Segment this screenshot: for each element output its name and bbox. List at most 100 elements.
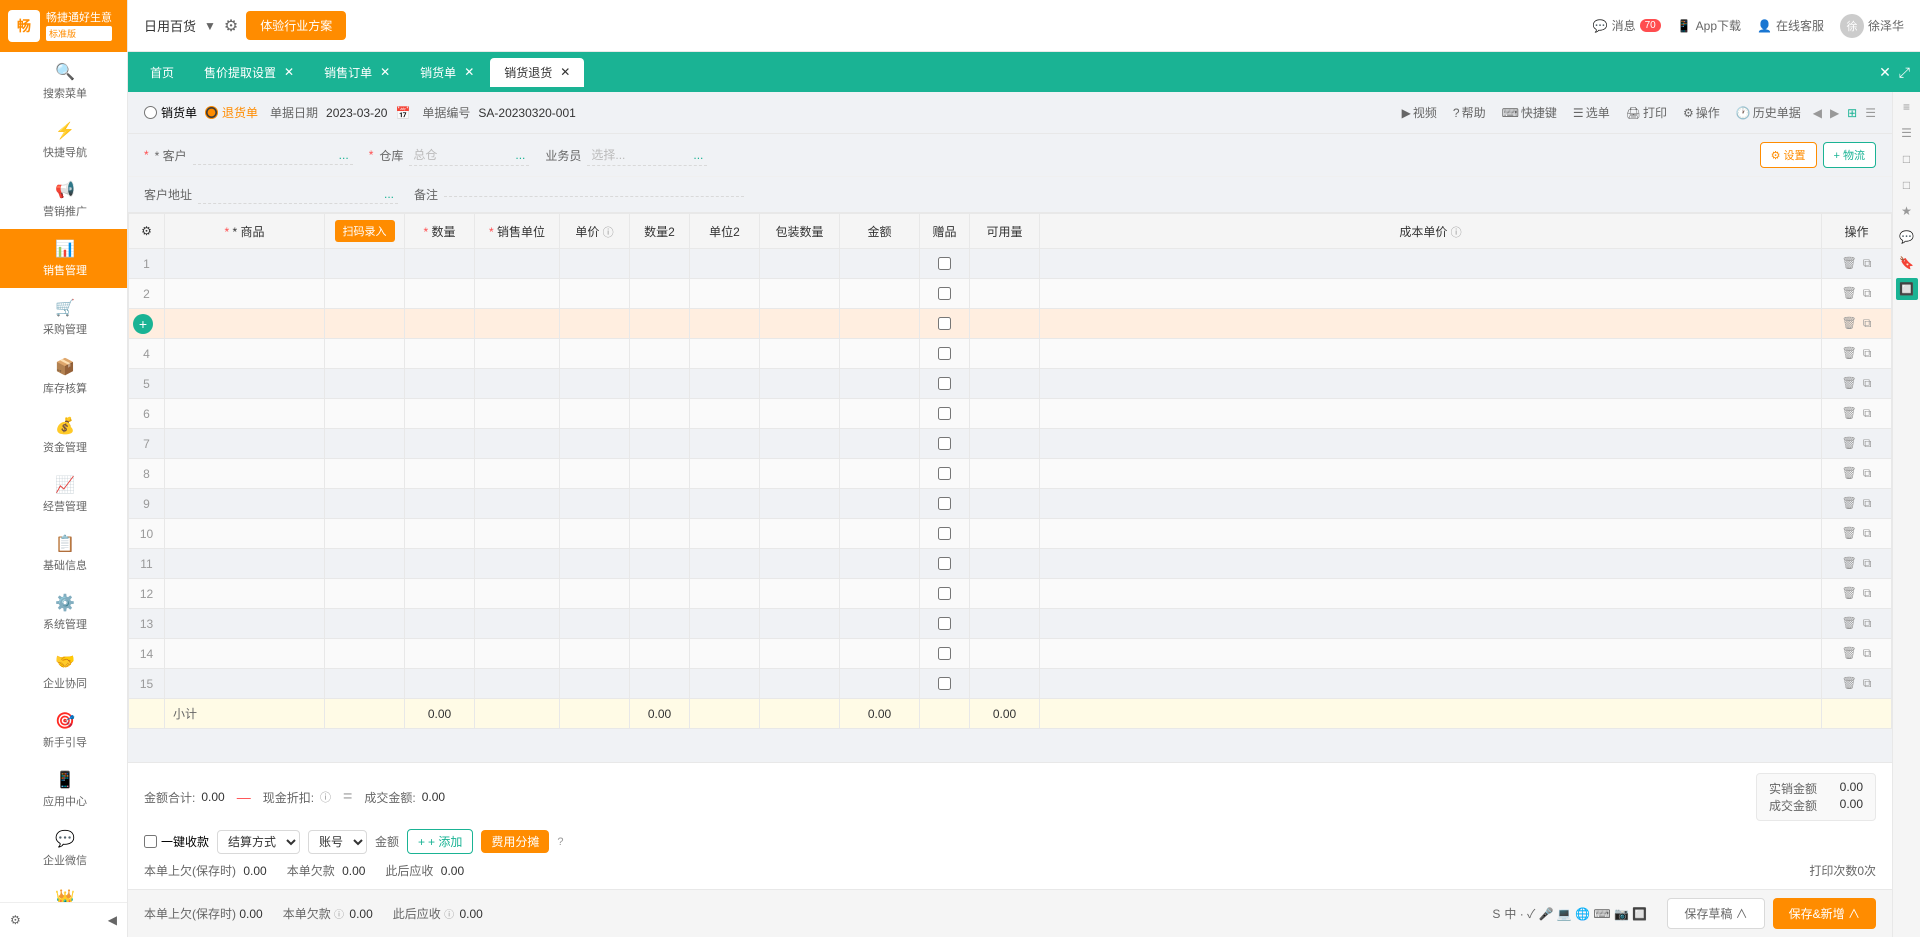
grid-view-btn[interactable]: ⊞ xyxy=(1847,106,1857,120)
gift-cell[interactable] xyxy=(920,489,970,519)
pack-qty-cell[interactable] xyxy=(760,459,840,489)
remark-input[interactable] xyxy=(444,192,744,197)
shortcuts-btn[interactable]: ⌨ 快捷键 xyxy=(1498,102,1561,123)
gift-checkbox[interactable] xyxy=(938,527,951,540)
unit-cell[interactable] xyxy=(475,669,560,699)
price-cell[interactable] xyxy=(560,399,630,429)
right-tool-2[interactable]: ☰ xyxy=(1896,122,1918,144)
copy-row-icon[interactable]: ⧉ xyxy=(1863,616,1872,631)
product-cell[interactable] xyxy=(165,369,325,399)
price-cell[interactable] xyxy=(560,609,630,639)
qty2-cell[interactable] xyxy=(630,489,690,519)
unit-cell[interactable] xyxy=(475,279,560,309)
qty2-cell[interactable] xyxy=(630,579,690,609)
sidebar-item-marketing[interactable]: 📢 营销推广 xyxy=(0,170,127,229)
sidebar-item-inventory[interactable]: 📦 库存核算 xyxy=(0,347,127,406)
scan-input-btn[interactable]: 扫码录入 xyxy=(335,220,395,242)
qty2-cell[interactable] xyxy=(630,339,690,369)
sidebar-item-basic-info[interactable]: 📋 基础信息 xyxy=(0,524,127,583)
right-tool-7[interactable]: 🔖 xyxy=(1896,252,1918,274)
price-cell[interactable] xyxy=(560,549,630,579)
qty-cell[interactable] xyxy=(405,459,475,489)
qty2-cell[interactable] xyxy=(630,399,690,429)
qty-cell[interactable] xyxy=(405,369,475,399)
delete-row-icon[interactable]: 🗑 xyxy=(1842,616,1857,631)
gift-checkbox[interactable] xyxy=(938,587,951,600)
logistics-btn[interactable]: + 物流 xyxy=(1823,142,1876,168)
sidebar-item-member[interactable]: 👑 畅会员 xyxy=(0,878,127,902)
price-cell[interactable] xyxy=(560,369,630,399)
add-payment-btn[interactable]: + + 添加 xyxy=(407,829,473,854)
unit-cell[interactable] xyxy=(475,309,560,339)
unit2-cell[interactable] xyxy=(690,249,760,279)
gift-cell[interactable] xyxy=(920,399,970,429)
unit-cell[interactable] xyxy=(475,429,560,459)
qty-cell[interactable] xyxy=(405,609,475,639)
pack-qty-cell[interactable] xyxy=(760,609,840,639)
unit2-cell[interactable] xyxy=(690,609,760,639)
unit2-cell[interactable] xyxy=(690,639,760,669)
price-cell[interactable] xyxy=(560,249,630,279)
amount-cell[interactable] xyxy=(840,339,920,369)
price-cell[interactable] xyxy=(560,639,630,669)
unit2-cell[interactable] xyxy=(690,399,760,429)
gift-checkbox[interactable] xyxy=(938,347,951,360)
address-input[interactable]: ... xyxy=(198,185,398,204)
user-profile-btn[interactable]: 徐 徐泽华 xyxy=(1840,14,1904,38)
product-cell[interactable] xyxy=(165,309,325,339)
experience-btn[interactable]: 体验行业方案 xyxy=(246,11,346,40)
gift-checkbox[interactable] xyxy=(938,497,951,510)
qty2-cell[interactable] xyxy=(630,549,690,579)
close-tab-btn[interactable]: ✕ xyxy=(1877,62,1893,83)
pack-qty-cell[interactable] xyxy=(760,489,840,519)
copy-row-icon[interactable]: ⧉ xyxy=(1863,586,1872,601)
sidebar-collapse-icon[interactable]: ◀ xyxy=(108,913,117,927)
amount-cell[interactable] xyxy=(840,279,920,309)
amount-cell[interactable] xyxy=(840,249,920,279)
price-cell[interactable] xyxy=(560,579,630,609)
sidebar-item-newbie[interactable]: 🎯 新手引导 xyxy=(0,701,127,760)
gift-checkbox[interactable] xyxy=(938,647,951,660)
amount-cell[interactable] xyxy=(840,669,920,699)
product-cell[interactable] xyxy=(165,519,325,549)
one-click-collect-check[interactable]: 一键收款 xyxy=(144,833,209,850)
right-tool-6[interactable]: 💬 xyxy=(1896,226,1918,248)
sidebar-settings-icon[interactable]: ⚙ xyxy=(10,913,21,927)
app-download-btn[interactable]: 📱 App下载 xyxy=(1677,17,1741,34)
pack-qty-cell[interactable] xyxy=(760,309,840,339)
print-btn[interactable]: 🖨 打印 xyxy=(1622,102,1671,123)
topbar-gear-icon[interactable]: ⚙ xyxy=(224,16,238,36)
gift-checkbox[interactable] xyxy=(938,467,951,480)
gift-cell[interactable] xyxy=(920,459,970,489)
copy-row-icon[interactable]: ⧉ xyxy=(1863,556,1872,571)
copy-row-icon[interactable]: ⧉ xyxy=(1863,346,1872,361)
qty2-cell[interactable] xyxy=(630,639,690,669)
delete-row-icon[interactable]: 🗑 xyxy=(1842,406,1857,421)
gift-cell[interactable] xyxy=(920,279,970,309)
gift-cell[interactable] xyxy=(920,309,970,339)
copy-row-icon[interactable]: ⧉ xyxy=(1863,436,1872,451)
qty-cell[interactable] xyxy=(405,489,475,519)
close-sales-return-tab[interactable]: ✕ xyxy=(560,65,570,79)
product-cell[interactable] xyxy=(165,669,325,699)
price-cell[interactable] xyxy=(560,429,630,459)
product-cell[interactable] xyxy=(165,459,325,489)
qty-cell[interactable] xyxy=(405,669,475,699)
unit-cell[interactable] xyxy=(475,609,560,639)
topbar-dropdown-icon[interactable]: ▼ xyxy=(204,19,216,33)
qty-cell[interactable] xyxy=(405,579,475,609)
pack-qty-cell[interactable] xyxy=(760,519,840,549)
amount-cell[interactable] xyxy=(840,639,920,669)
sidebar-item-finance[interactable]: 💰 资金管理 xyxy=(0,406,127,465)
delete-row-icon[interactable]: 🗑 xyxy=(1842,436,1857,451)
unit-cell[interactable] xyxy=(475,249,560,279)
help-btn[interactable]: ? 帮助 xyxy=(1449,102,1490,123)
gift-cell[interactable] xyxy=(920,339,970,369)
tab-sales-order[interactable]: 销售订单 ✕ xyxy=(310,58,404,87)
qty2-cell[interactable] xyxy=(630,519,690,549)
unit2-cell[interactable] xyxy=(690,279,760,309)
copy-row-icon[interactable]: ⧉ xyxy=(1863,256,1872,271)
unit-cell[interactable] xyxy=(475,459,560,489)
sidebar-item-enterprise[interactable]: 🤝 企业协同 xyxy=(0,642,127,701)
gift-checkbox[interactable] xyxy=(938,557,951,570)
